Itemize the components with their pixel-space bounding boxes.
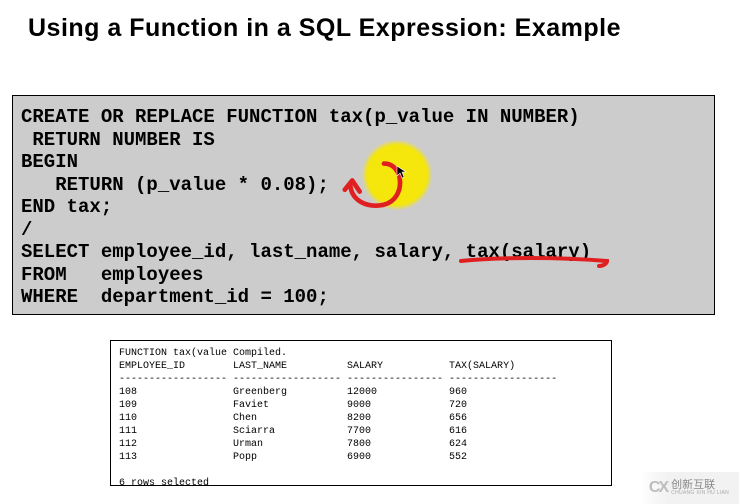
watermark-sub: CHUANG XIN HU LIAN — [671, 491, 729, 496]
code-line: CREATE OR REPLACE FUNCTION tax(p_value I… — [21, 106, 580, 128]
code-line: END tax; — [21, 196, 112, 218]
output-row: 113 Popp 6900 552 — [119, 452, 467, 463]
output-columns: EMPLOYEE_ID LAST_NAME SALARY TAX(SALARY) — [119, 361, 515, 372]
code-content: CREATE OR REPLACE FUNCTION tax(p_value I… — [21, 106, 706, 309]
watermark-logo: CX 创新互联 CHUANG XIN HU LIAN — [649, 479, 729, 497]
watermark-x-icon: CX — [649, 479, 667, 497]
code-line: / — [21, 219, 32, 241]
code-line: RETURN NUMBER IS — [21, 129, 215, 151]
output-row: 111 Sciarra 7700 616 — [119, 426, 467, 437]
output-row: 112 Urman 7800 624 — [119, 439, 467, 450]
code-line: BEGIN — [21, 151, 78, 173]
code-line: RETURN (p_value * 0.08); — [21, 174, 329, 196]
slide: Using a Function in a SQL Expression: Ex… — [0, 0, 739, 504]
watermark: CX 创新互联 CHUANG XIN HU LIAN — [639, 472, 739, 504]
output-block: FUNCTION tax(value Compiled. EMPLOYEE_ID… — [110, 340, 612, 486]
output-header: FUNCTION tax(value Compiled. — [119, 348, 287, 359]
output-separator: ------------------ ------------------ --… — [119, 374, 557, 385]
page-title: Using a Function in a SQL Expression: Ex… — [28, 14, 621, 43]
output-content: FUNCTION tax(value Compiled. EMPLOYEE_ID… — [119, 347, 603, 490]
code-line: WHERE department_id = 100; — [21, 286, 329, 308]
code-line: FROM employees — [21, 264, 203, 286]
output-row: 108 Greenberg 12000 960 — [119, 387, 467, 398]
output-row: 109 Faviet 9000 720 — [119, 400, 467, 411]
code-block: CREATE OR REPLACE FUNCTION tax(p_value I… — [12, 95, 715, 315]
output-row: 110 Chen 8200 656 — [119, 413, 467, 424]
code-line: SELECT employee_id, last_name, salary, t… — [21, 241, 591, 263]
output-footer: 6 rows selected — [119, 478, 209, 489]
